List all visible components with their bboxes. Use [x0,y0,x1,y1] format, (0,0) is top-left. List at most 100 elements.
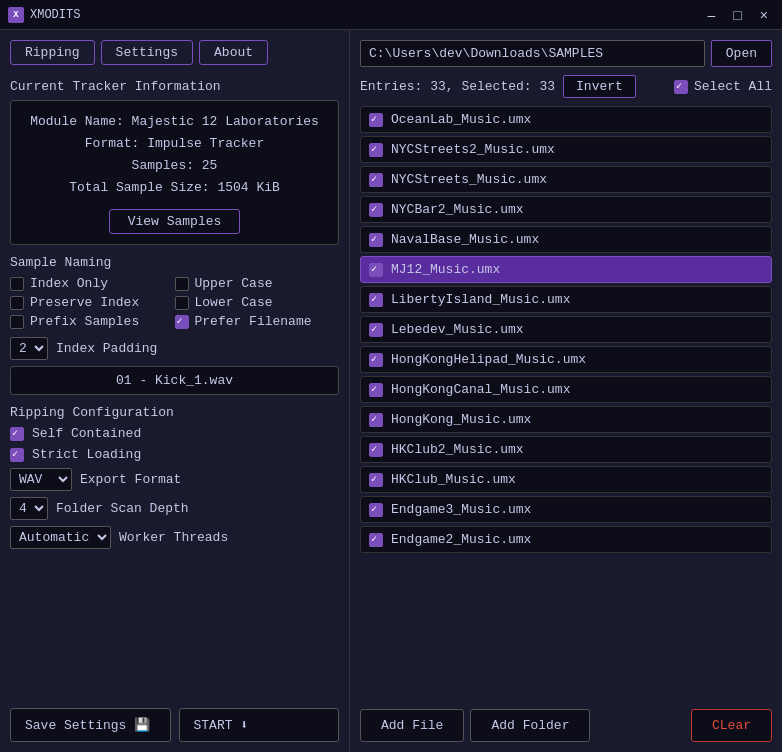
samples-count: Samples: 25 [21,155,328,177]
file-item-checkbox[interactable] [369,293,383,307]
lower-case-checkbox[interactable] [175,296,189,310]
folder-scan-depth-select[interactable]: 12345 [10,497,48,520]
file-item-name: HongKongCanal_Music.umx [391,382,570,397]
file-list-item[interactable]: NYCStreets2_Music.umx [360,136,772,163]
view-samples-button[interactable]: View Samples [109,209,241,234]
file-item-name: HongKongHelipad_Music.umx [391,352,586,367]
file-item-checkbox[interactable] [369,233,383,247]
self-contained-checkbox[interactable] [10,427,24,441]
close-button[interactable]: × [754,8,774,22]
preserve-index-checkbox[interactable] [10,296,24,310]
select-all-checkbox[interactable] [674,80,688,94]
file-list-item[interactable]: NYCBar2_Music.umx [360,196,772,223]
file-item-checkbox[interactable] [369,113,383,127]
tab-settings[interactable]: Settings [101,40,193,65]
sample-naming-section: Sample Naming Index Only Upper Case Pres… [10,255,339,395]
file-item-name: NYCBar2_Music.umx [391,202,524,217]
tracker-info-box: Module Name: Majestic 12 Laboratories Fo… [10,100,339,245]
index-padding-row: 2134 Index Padding [10,337,339,360]
tab-ripping[interactable]: Ripping [10,40,95,65]
total-size: Total Sample Size: 1504 KiB [21,177,328,199]
worker-threads-select[interactable]: Automatic1248 [10,526,111,549]
file-list-item[interactable]: LibertyIsland_Music.umx [360,286,772,313]
maximize-button[interactable]: □ [727,8,747,22]
file-list: OceanLab_Music.umx NYCStreets2_Music.umx N… [360,106,772,701]
file-item-name: OceanLab_Music.umx [391,112,531,127]
ripping-config-section: Ripping Configuration Self Contained Str… [10,405,339,555]
file-item-name: HKClub2_Music.umx [391,442,524,457]
app-icon: X [8,7,24,23]
file-item-checkbox[interactable] [369,353,383,367]
file-list-item[interactable]: HKClub_Music.umx [360,466,772,493]
file-item-name: Endgame3_Music.umx [391,502,531,517]
file-item-checkbox[interactable] [369,503,383,517]
file-list-item[interactable]: MJ12_Music.umx [360,256,772,283]
add-file-button[interactable]: Add File [360,709,464,742]
title-bar: X XMODITS – □ × [0,0,782,30]
ripping-config-label: Ripping Configuration [10,405,339,420]
strict-loading-row: Strict Loading [10,447,339,462]
format: Format: Impulse Tracker [21,133,328,155]
save-settings-button[interactable]: Save Settings 💾 [10,708,171,742]
clear-button[interactable]: CLear [691,709,772,742]
tab-about[interactable]: About [199,40,268,65]
file-list-item[interactable]: HongKong_Music.umx [360,406,772,433]
export-format-select[interactable]: WAVFLACOGG [10,468,72,491]
sample-naming-checkboxes: Index Only Upper Case Preserve Index Low… [10,276,339,329]
add-folder-button[interactable]: Add Folder [470,709,590,742]
left-panel: Ripping Settings About Current Tracker I… [0,30,350,752]
prefix-samples-checkbox[interactable] [10,315,24,329]
file-list-item[interactable]: Lebedev_Music.umx [360,316,772,343]
invert-button[interactable]: Invert [563,75,636,98]
index-padding-select[interactable]: 2134 [10,337,48,360]
window-controls: – □ × [702,8,774,22]
file-item-checkbox[interactable] [369,473,383,487]
index-only-label: Index Only [30,276,108,291]
strict-loading-checkbox[interactable] [10,448,24,462]
file-list-item[interactable]: Endgame2_Music.umx [360,526,772,553]
file-item-checkbox[interactable] [369,263,383,277]
start-button[interactable]: START ⬇ [179,708,340,742]
file-item-checkbox[interactable] [369,533,383,547]
folder-scan-depth-label: Folder Scan Depth [56,501,189,516]
file-list-item[interactable]: NavalBase_Music.umx [360,226,772,253]
file-item-checkbox[interactable] [369,173,383,187]
file-list-item[interactable]: HongKongHelipad_Music.umx [360,346,772,373]
prefix-samples-row: Prefix Samples [10,314,175,329]
file-item-checkbox[interactable] [369,413,383,427]
file-list-item[interactable]: Endgame3_Music.umx [360,496,772,523]
prefer-filename-label: Prefer Filename [195,314,312,329]
file-list-item[interactable]: NYCStreets_Music.umx [360,166,772,193]
file-list-item[interactable]: HongKongCanal_Music.umx [360,376,772,403]
export-format-row: WAVFLACOGG Export Format [10,468,339,491]
index-only-checkbox[interactable] [10,277,24,291]
module-name: Module Name: Majestic 12 Laboratories [21,111,328,133]
bottom-buttons-left: Save Settings 💾 START ⬇ [10,708,339,742]
file-item-checkbox[interactable] [369,443,383,457]
upper-case-checkbox[interactable] [175,277,189,291]
sample-preview: 01 - Kick_1.wav [10,366,339,395]
prefer-filename-checkbox[interactable] [175,315,189,329]
file-item-name: Lebedev_Music.umx [391,322,524,337]
select-all-label: Select All [694,79,772,94]
worker-threads-row: Automatic1248 Worker Threads [10,526,339,549]
entries-row: Entries: 33, Selected: 33 Invert Select … [360,75,772,98]
tracker-info-section: Current Tracker Information Module Name:… [10,79,339,245]
self-contained-label: Self Contained [32,426,141,441]
folder-scan-depth-row: 12345 Folder Scan Depth [10,497,339,520]
minimize-button[interactable]: – [702,8,722,22]
path-row: Open [360,40,772,67]
sample-naming-label: Sample Naming [10,255,339,270]
prefix-samples-label: Prefix Samples [30,314,139,329]
file-item-checkbox[interactable] [369,143,383,157]
path-input[interactable] [360,40,705,67]
worker-threads-label: Worker Threads [119,530,228,545]
file-item-checkbox[interactable] [369,383,383,397]
file-item-checkbox[interactable] [369,203,383,217]
file-item-checkbox[interactable] [369,323,383,337]
file-item-name: HongKong_Music.umx [391,412,531,427]
open-button[interactable]: Open [711,40,772,67]
file-list-item[interactable]: OceanLab_Music.umx [360,106,772,133]
file-item-name: Endgame2_Music.umx [391,532,531,547]
file-list-item[interactable]: HKClub2_Music.umx [360,436,772,463]
